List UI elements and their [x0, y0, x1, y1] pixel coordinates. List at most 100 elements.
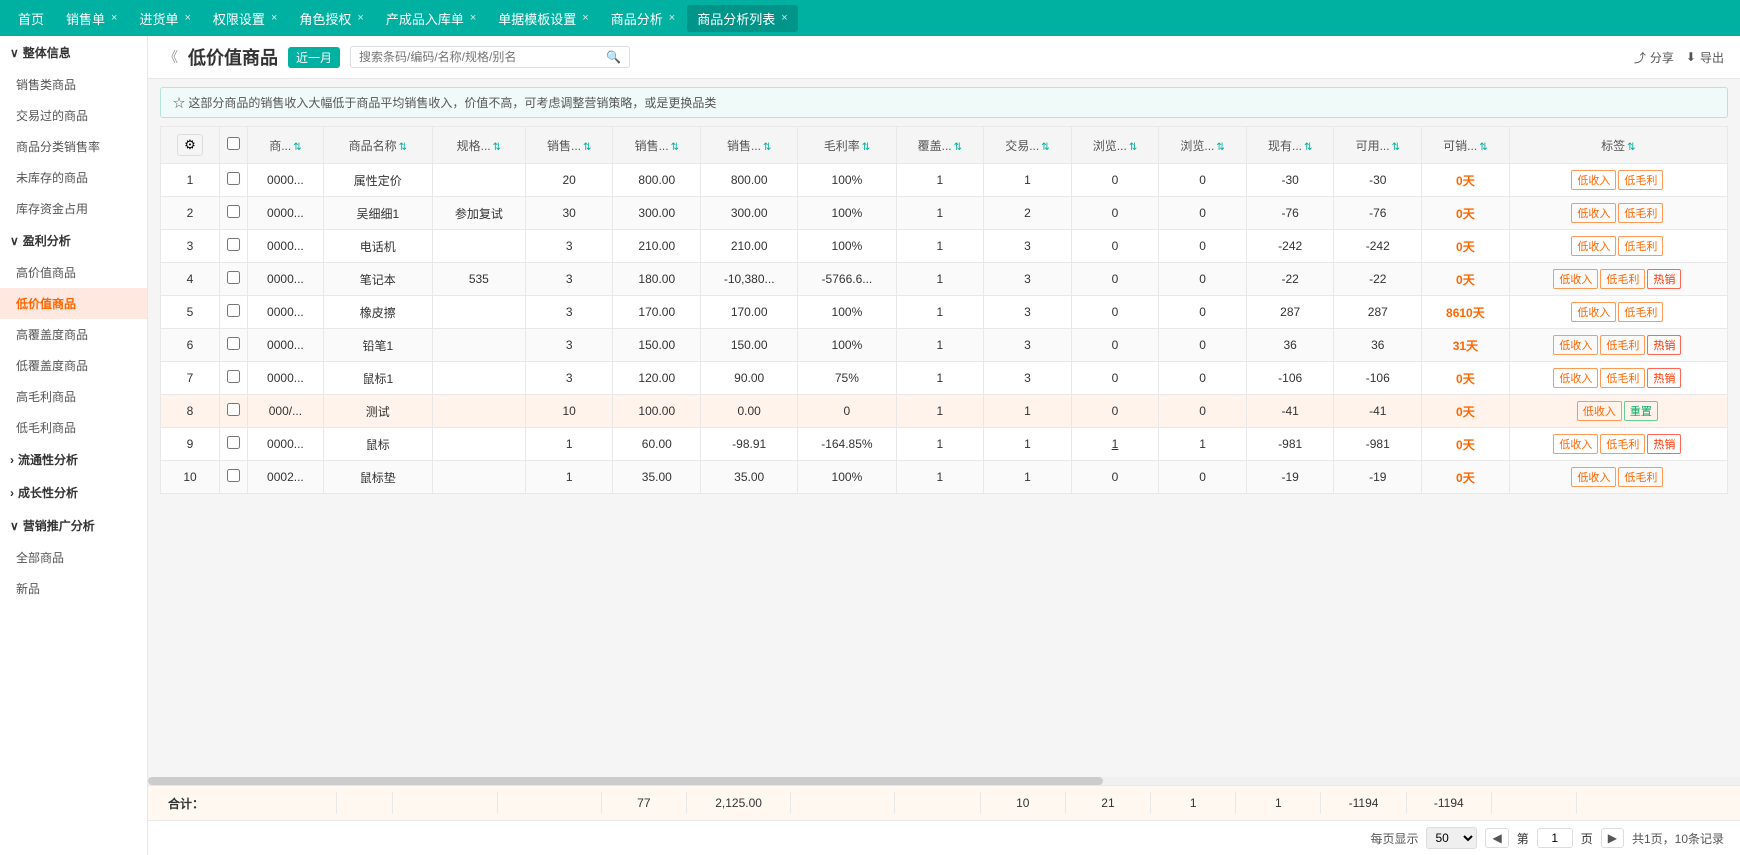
nav-product-inbound[interactable]: 产成品入库单 × [376, 5, 486, 32]
th-coverage: 覆盖...⇅ [896, 127, 984, 164]
sidebar-item-all-goods[interactable]: 全部商品 [0, 542, 147, 573]
sidebar-item-low-coverage[interactable]: 低覆盖度商品 [0, 350, 147, 381]
table-row: 2 0000... 吴细细1 参加复试 30 300.00 300.00 100… [161, 197, 1728, 230]
table-row: 9 0000... 鼠标 1 60.00 -98.91 -164.85% 1 1… [161, 428, 1728, 461]
cell-sale-price: 60.00 [613, 428, 701, 461]
th-view1: 浏览...⇅ [1071, 127, 1159, 164]
gear-button[interactable]: ⚙ [177, 134, 203, 156]
nav-sales-order[interactable]: 销售单 × [56, 5, 127, 32]
nav-close-btn[interactable]: × [271, 12, 277, 24]
horizontal-scrollbar[interactable] [148, 777, 1740, 785]
cell-checkbox[interactable] [219, 263, 247, 296]
sidebar-item-stock-fund[interactable]: 库存资金占用 [0, 193, 147, 224]
nav-close-btn[interactable]: × [357, 12, 363, 24]
nav-role-auth[interactable]: 角色授权 × [289, 5, 373, 32]
cell-checkbox[interactable] [219, 428, 247, 461]
nav-close-btn[interactable]: × [781, 12, 787, 24]
tag-item: 低收入 [1553, 368, 1598, 388]
cell-checkbox[interactable] [219, 296, 247, 329]
cell-view1[interactable]: 0 [1071, 296, 1159, 329]
total-trade: 21 [1066, 792, 1151, 814]
share-button[interactable]: ⤴ 分享 [1634, 49, 1674, 66]
cell-checkbox[interactable] [219, 230, 247, 263]
cell-sale-qty: 30 [525, 197, 613, 230]
sidebar-item-no-stock-goods[interactable]: 未库存的商品 [0, 162, 147, 193]
sidebar-item-high-coverage[interactable]: 高覆盖度商品 [0, 319, 147, 350]
sidebar-item-high-value[interactable]: 高价值商品 [0, 257, 147, 288]
cell-code: 0000... [247, 296, 323, 329]
nav-home[interactable]: 首页 [8, 5, 54, 32]
view1-link[interactable]: 1 [1112, 437, 1119, 451]
sidebar-group-liquidity[interactable]: › 流通性分析 [0, 443, 147, 476]
cell-view1[interactable]: 0 [1071, 395, 1159, 428]
nav-close-btn[interactable]: × [184, 12, 190, 24]
cell-name: 鼠标垫 [323, 461, 432, 494]
th-current: 现有...⇅ [1246, 127, 1334, 164]
row-checkbox[interactable] [227, 271, 240, 284]
cell-view1[interactable]: 0 [1071, 362, 1159, 395]
export-button[interactable]: ⬇ 导出 [1686, 49, 1724, 66]
cell-view1[interactable]: 0 [1071, 329, 1159, 362]
nav-close-btn[interactable]: × [111, 12, 117, 24]
cell-view1[interactable]: 0 [1071, 461, 1159, 494]
cell-saleable: 0天 [1422, 197, 1510, 230]
search-input[interactable] [359, 50, 600, 64]
cell-sale-qty: 3 [525, 362, 613, 395]
cell-checkbox[interactable] [219, 362, 247, 395]
sidebar-item-category-sales-rate[interactable]: 商品分类销售率 [0, 131, 147, 162]
row-checkbox[interactable] [227, 205, 240, 218]
filter-tag-recent-month[interactable]: 近一月 [288, 47, 340, 68]
prev-page-btn[interactable]: ◀ [1485, 828, 1508, 848]
sidebar-group-marketing[interactable]: ∨ 营销推广分析 [0, 509, 147, 542]
row-checkbox[interactable] [227, 304, 240, 317]
sidebar-item-high-margin[interactable]: 高毛利商品 [0, 381, 147, 412]
nav-close-btn[interactable]: × [669, 12, 675, 24]
cell-checkbox[interactable] [219, 395, 247, 428]
select-all-checkbox[interactable] [227, 137, 240, 150]
cell-checkbox[interactable] [219, 461, 247, 494]
sidebar-group-growth[interactable]: › 成长性分析 [0, 476, 147, 509]
cell-view1[interactable]: 0 [1071, 164, 1159, 197]
nav-close-btn[interactable]: × [582, 12, 588, 24]
nav-label: 商品分析 [611, 9, 663, 28]
nav-permission-setting[interactable]: 权限设置 × [203, 5, 287, 32]
cell-checkbox[interactable] [219, 164, 247, 197]
cell-view1[interactable]: 0 [1071, 230, 1159, 263]
row-checkbox[interactable] [227, 469, 240, 482]
sidebar-group-overall[interactable]: ∨ 整体信息 [0, 36, 147, 69]
sidebar-item-low-margin[interactable]: 低毛利商品 [0, 412, 147, 443]
sidebar-item-traded-goods[interactable]: 交易过的商品 [0, 100, 147, 131]
sidebar-group-profit[interactable]: ∨ 盈利分析 [0, 224, 147, 257]
content-header: 《 低价值商品 近一月 🔍 ⤴ 分享 ⬇ 导出 [148, 36, 1740, 79]
sidebar-collapse-btn[interactable]: 《 [164, 47, 178, 67]
sidebar-item-new-goods[interactable]: 新品 [0, 573, 147, 604]
nav-product-analysis-list[interactable]: 商品分析列表 × [687, 5, 797, 32]
tag-item: 低收入 [1571, 302, 1616, 322]
row-checkbox[interactable] [227, 238, 240, 251]
page-number-input[interactable] [1537, 828, 1573, 848]
cell-view1[interactable]: 1 [1071, 428, 1159, 461]
cell-checkbox[interactable] [219, 329, 247, 362]
cell-current: -76 [1246, 197, 1334, 230]
nav-product-analysis[interactable]: 商品分析 × [601, 5, 685, 32]
sidebar-item-low-value[interactable]: 低价值商品 [0, 288, 147, 319]
th-gear[interactable]: ⚙ [161, 127, 220, 164]
cell-checkbox[interactable] [219, 197, 247, 230]
nav-doc-template[interactable]: 单据模板设置 × [488, 5, 598, 32]
cell-view1[interactable]: 0 [1071, 197, 1159, 230]
nav-purchase-order[interactable]: 进货单 × [129, 5, 200, 32]
scrollbar-thumb[interactable] [148, 777, 1103, 785]
cell-code: 0002... [247, 461, 323, 494]
page-size-select[interactable]: 50 20 100 [1426, 827, 1477, 849]
row-checkbox[interactable] [227, 436, 240, 449]
sidebar-item-sales-goods[interactable]: 销售类商品 [0, 69, 147, 100]
nav-close-btn[interactable]: × [470, 12, 476, 24]
row-checkbox[interactable] [227, 370, 240, 383]
next-page-btn[interactable]: ▶ [1601, 828, 1624, 848]
row-checkbox[interactable] [227, 172, 240, 185]
cell-view1[interactable]: 0 [1071, 263, 1159, 296]
row-checkbox[interactable] [227, 403, 240, 416]
cell-current: -981 [1246, 428, 1334, 461]
row-checkbox[interactable] [227, 337, 240, 350]
search-box[interactable]: 🔍 [350, 46, 630, 68]
